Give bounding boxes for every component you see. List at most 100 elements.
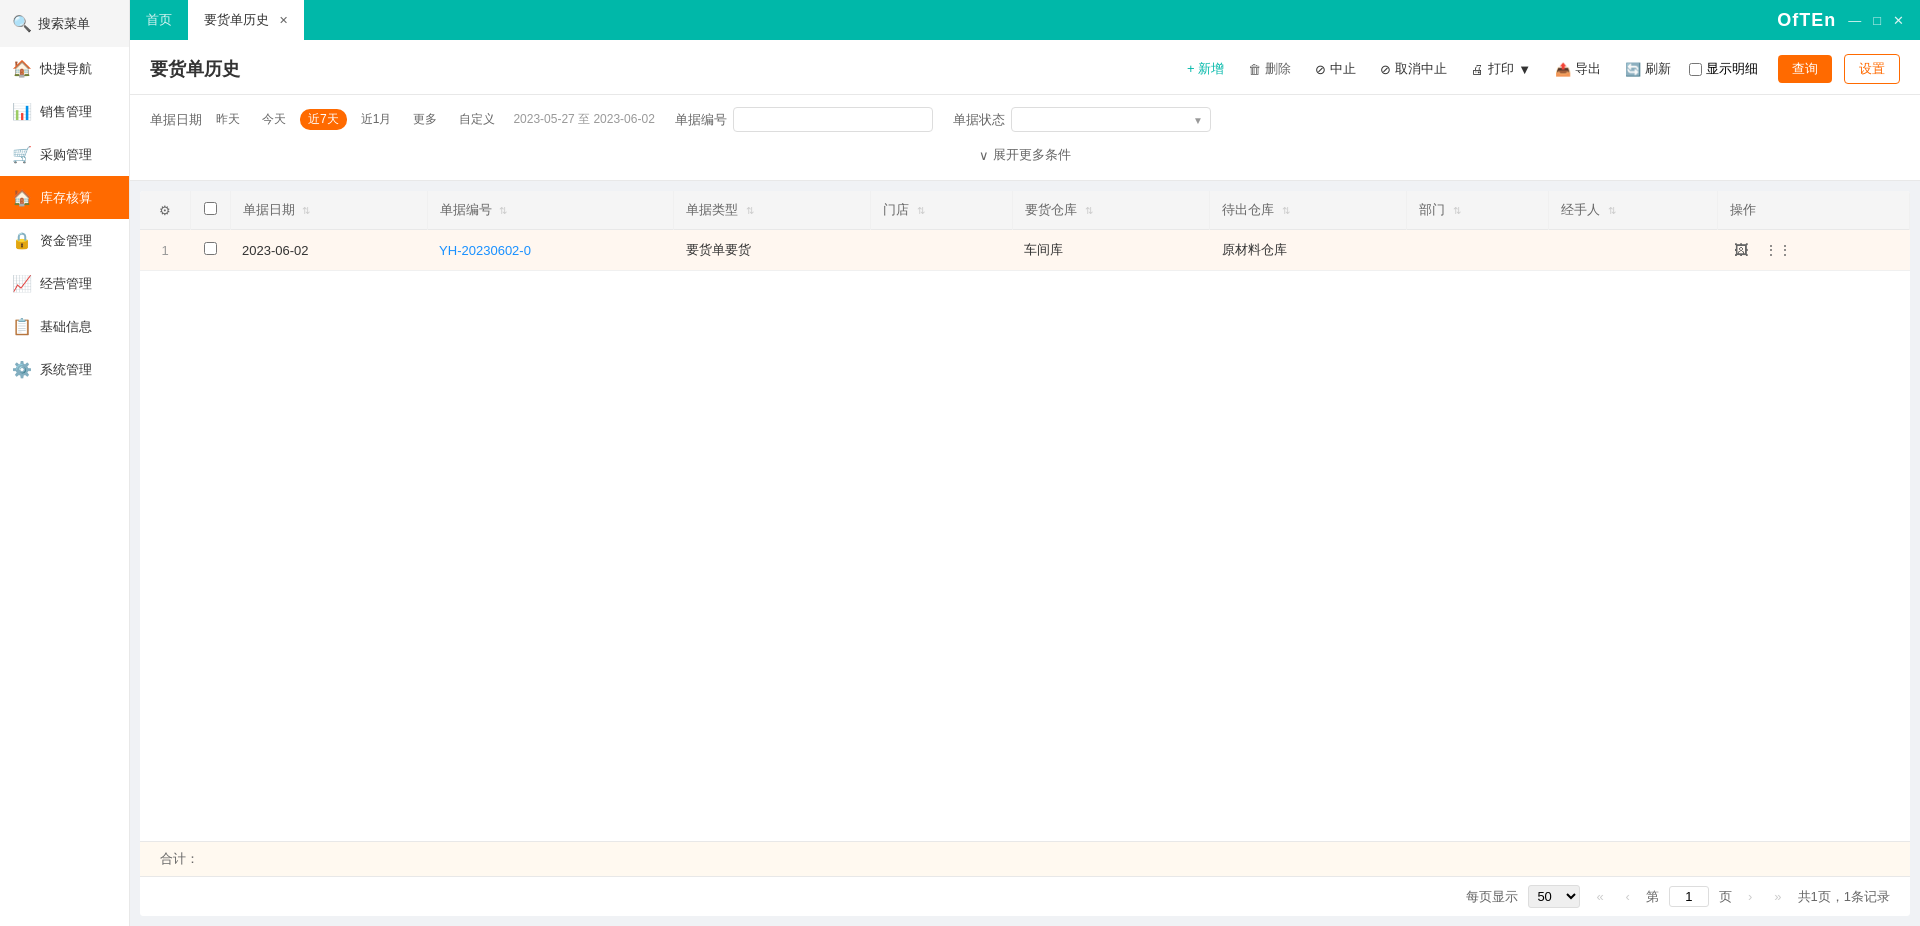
handler-sort-icon[interactable]: ⇅ [1608, 205, 1616, 216]
expand-more-btn[interactable]: ∨ 展开更多条件 [150, 142, 1900, 168]
export-icon: 📤 [1555, 62, 1571, 77]
search-icon: 🔍 [12, 14, 32, 33]
pagination-bar: 每页显示 50 20 100 « ‹ 第 页 › » 共1页，1条记录 [140, 876, 1910, 916]
sidebar-item-system-mgmt[interactable]: ⚙️ 系统管理 [0, 348, 129, 391]
delete-button[interactable]: 🗑 删除 [1242, 56, 1297, 82]
sidebar-item-purchase-mgmt[interactable]: 🛒 采购管理 [0, 133, 129, 176]
close-btn[interactable]: ✕ [1893, 13, 1904, 28]
refresh-button[interactable]: 🔄 刷新 [1619, 56, 1677, 82]
nav-right-controls: OfTEn — □ ✕ [1777, 10, 1920, 31]
doc-no-input[interactable] [733, 107, 933, 132]
page-title: 要货单历史 [150, 57, 240, 81]
doc-no-link[interactable]: YH-20230602-0 [439, 243, 531, 258]
table-footer: 合计： [140, 841, 1910, 876]
row-index: 1 [140, 230, 190, 271]
prev-page-btn[interactable]: ‹ [1620, 887, 1636, 906]
department-sort-icon[interactable]: ⇅ [1453, 205, 1461, 216]
last-page-btn[interactable]: » [1768, 887, 1787, 906]
page-input[interactable] [1669, 886, 1709, 907]
minimize-btn[interactable]: — [1848, 13, 1861, 28]
col-department: 部门 ⇅ [1407, 191, 1549, 230]
doc-no-sort-icon[interactable]: ⇅ [499, 205, 507, 216]
sales-icon: 📊 [12, 102, 32, 121]
date-opt-today[interactable]: 今天 [254, 109, 294, 130]
sidebar-item-label: 系统管理 [40, 361, 92, 379]
sidebar-item-search-menu[interactable]: 🔍 搜索菜单 [0, 0, 129, 47]
delete-icon: 🗑 [1248, 62, 1261, 77]
table-area: ⚙ 单据日期 ⇅ 单据编号 ⇅ [140, 191, 1910, 916]
col-handler: 经手人 ⇅ [1548, 191, 1717, 230]
settings-gear-icon[interactable]: ⚙ [159, 203, 171, 218]
col-store: 门店 ⇅ [871, 191, 1013, 230]
store-sort-icon[interactable]: ⇅ [917, 205, 925, 216]
maximize-btn[interactable]: □ [1873, 13, 1881, 28]
sidebar-item-label: 基础信息 [40, 318, 92, 336]
sidebar-item-inventory-calc[interactable]: 🏠 库存核算 [0, 176, 129, 219]
settings-button[interactable]: 设置 [1844, 54, 1900, 84]
suspend-button[interactable]: ⊘ 中止 [1309, 56, 1362, 82]
nav-tabs: 首页 要货单历史 ✕ [130, 0, 304, 40]
print-button[interactable]: 🖨 打印 ▼ [1465, 56, 1537, 82]
nav-tab-home[interactable]: 首页 [130, 0, 188, 40]
print-chevron-icon: ▼ [1518, 62, 1531, 77]
suspend-icon: ⊘ [1315, 62, 1326, 77]
row-req-warehouse: 车间库 [1012, 230, 1209, 271]
show-detail-checkbox-group[interactable]: 显示明细 [1689, 60, 1758, 78]
date-opt-custom[interactable]: 自定义 [451, 109, 503, 130]
per-page-select[interactable]: 50 20 100 [1528, 885, 1580, 908]
date-opt-yesterday[interactable]: 昨天 [208, 109, 248, 130]
operations-icon: 📈 [12, 274, 32, 293]
page-label: 第 [1646, 888, 1659, 906]
page-title-row: 要货单历史 + 新增 🗑 删除 ⊘ 中止 ⊘ 取消中止 [150, 54, 1900, 84]
doc-date-sort-icon[interactable]: ⇅ [302, 205, 310, 216]
pending-warehouse-sort-icon[interactable]: ⇅ [1282, 205, 1290, 216]
content-wrapper: 要货单历史 + 新增 🗑 删除 ⊘ 中止 ⊘ 取消中止 [130, 40, 1920, 926]
col-req-warehouse: 要货仓库 ⇅ [1012, 191, 1209, 230]
row-department [1407, 230, 1549, 271]
nav-tab-requisition-history[interactable]: 要货单历史 ✕ [188, 0, 304, 40]
row-checkbox-cell [190, 230, 230, 271]
cancel-suspend-icon: ⊘ [1380, 62, 1391, 77]
main-area: 首页 要货单历史 ✕ OfTEn — □ ✕ 要货单历史 + 新增 🗑 [130, 0, 1920, 926]
next-page-btn[interactable]: › [1742, 887, 1758, 906]
often-logo: OfTEn [1777, 10, 1836, 31]
row-checkbox[interactable] [204, 242, 217, 255]
select-all-checkbox[interactable] [204, 202, 217, 215]
date-opt-more[interactable]: 更多 [405, 109, 445, 130]
filter-row: 单据日期 昨天 今天 近7天 近1月 更多 自定义 2023-05-27 至 2… [150, 107, 1900, 132]
first-page-btn[interactable]: « [1590, 887, 1609, 906]
sidebar-item-sales-mgmt[interactable]: 📊 销售管理 [0, 90, 129, 133]
base-info-icon: 📋 [12, 317, 32, 336]
sidebar-item-operations-mgmt[interactable]: 📈 经营管理 [0, 262, 129, 305]
sidebar-item-finance-mgmt[interactable]: 🔒 资金管理 [0, 219, 129, 262]
new-button[interactable]: + 新增 [1181, 56, 1230, 82]
col-checkbox [190, 191, 230, 230]
sidebar-item-label: 资金管理 [40, 232, 92, 250]
export-button[interactable]: 📤 导出 [1549, 56, 1607, 82]
table-row: 1 2023-06-02 YH-20230602-0 要货单要货 车间库 [140, 230, 1910, 271]
filter-area: 单据日期 昨天 今天 近7天 近1月 更多 自定义 2023-05-27 至 2… [130, 95, 1920, 181]
table-body: 1 2023-06-02 YH-20230602-0 要货单要货 车间库 [140, 230, 1910, 271]
show-detail-checkbox[interactable] [1689, 63, 1702, 76]
sidebar-item-label: 库存核算 [40, 189, 92, 207]
doc-type-sort-icon[interactable]: ⇅ [746, 205, 754, 216]
sidebar-item-label: 搜索菜单 [38, 15, 90, 33]
refresh-icon: 🔄 [1625, 62, 1641, 77]
date-opt-last7days[interactable]: 近7天 [300, 109, 347, 130]
nav-tab-close-icon[interactable]: ✕ [279, 14, 288, 27]
sidebar-item-base-info[interactable]: 📋 基础信息 [0, 305, 129, 348]
finance-icon: 🔒 [12, 231, 32, 250]
table-scroll[interactable]: ⚙ 单据日期 ⇅ 单据编号 ⇅ [140, 191, 1910, 841]
expand-label: 展开更多条件 [993, 146, 1071, 164]
sidebar-item-quick-nav[interactable]: 🏠 快捷导航 [0, 47, 129, 90]
view-action-icon[interactable]: 🖼 [1730, 240, 1752, 260]
status-select[interactable] [1011, 107, 1211, 132]
date-opt-last1month[interactable]: 近1月 [353, 109, 400, 130]
query-button[interactable]: 查询 [1778, 55, 1832, 83]
status-label: 单据状态 [953, 111, 1005, 129]
req-warehouse-sort-icon[interactable]: ⇅ [1085, 205, 1093, 216]
status-filter-group: 单据状态 [953, 107, 1211, 132]
col-settings[interactable]: ⚙ [140, 191, 190, 230]
edit-action-icon[interactable]: ⋮⋮ [1760, 240, 1796, 260]
cancel-suspend-button[interactable]: ⊘ 取消中止 [1374, 56, 1453, 82]
